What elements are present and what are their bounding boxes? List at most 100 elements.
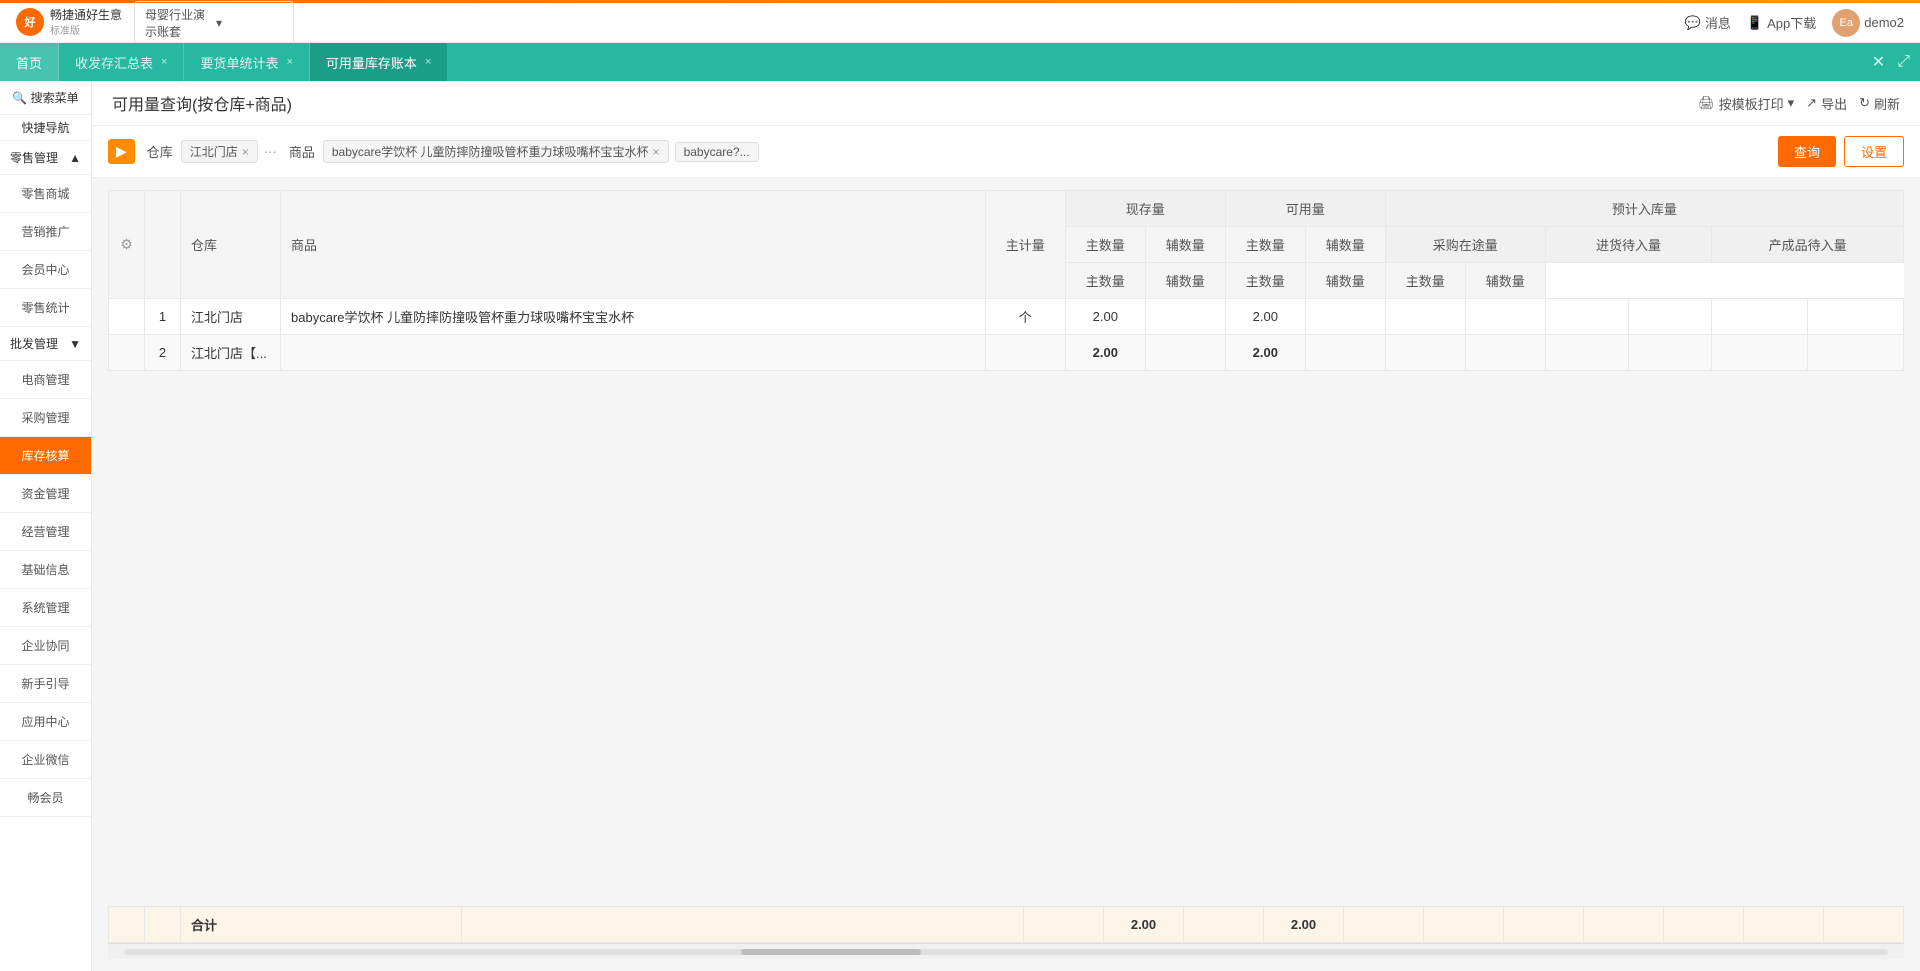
row-purchase-main xyxy=(1385,299,1465,335)
sidebar-search[interactable]: 🔍 搜索菜单 xyxy=(0,81,91,115)
data-table: ⚙ 仓库 商品 主计量 现存量 可用量 预计入库量 主数量 辅数量 主数量 xyxy=(108,190,1904,371)
sidebar-item-wholesale-mgmt[interactable]: 批发管理 ▼ xyxy=(0,327,91,361)
print-label: 按模板打印 xyxy=(1719,94,1784,113)
sidebar-inventory-check-label: 库存核算 xyxy=(21,449,69,463)
sidebar-basic-label: 基础信息 xyxy=(21,563,69,577)
close-all-icon[interactable]: ✕ xyxy=(1872,52,1885,72)
row-current-aux xyxy=(1145,335,1225,371)
row-production-aux xyxy=(1808,299,1904,335)
row-production-aux xyxy=(1808,335,1904,371)
sidebar-ecommerce-label: 电商管理 xyxy=(21,373,69,387)
scroll-track[interactable] xyxy=(124,949,1888,955)
wholesale-mgmt-arrow-icon: ▼ xyxy=(69,337,81,351)
sidebar-item-retail-stats[interactable]: 零售统计 xyxy=(0,289,91,327)
export-btn[interactable]: ↗ 导出 xyxy=(1806,94,1847,113)
sidebar-item-purchase[interactable]: 采购管理 xyxy=(0,399,91,437)
th-current-stock: 现存量 xyxy=(1065,191,1225,227)
sidebar-system-label: 系统管理 xyxy=(21,601,69,615)
sidebar-retail-mgmt-label: 零售管理 xyxy=(10,149,58,166)
top-bar: 好 畅捷通好生意 标准版 母婴行业演示账套 ▾ 💬 消息 📱 App下载 Ea … xyxy=(0,3,1920,43)
th-incoming-aux: 辅数量 xyxy=(1305,263,1385,299)
sidebar-item-inventory-check[interactable]: 库存核算 xyxy=(0,437,91,475)
sidebar-item-basic[interactable]: 基础信息 xyxy=(0,551,91,589)
print-icon: 🖨 xyxy=(1698,95,1715,111)
org-dropdown-icon: ▾ xyxy=(216,16,283,30)
row-purchase-aux xyxy=(1465,335,1545,371)
refresh-btn[interactable]: ↻ 刷新 xyxy=(1859,94,1900,113)
tab-orders[interactable]: 要货单统计表 × xyxy=(184,43,309,81)
sidebar-quick-nav[interactable]: 快捷导航 xyxy=(0,115,91,141)
footer-purchase-aux xyxy=(1504,907,1584,943)
sidebar-item-ecommerce[interactable]: 电商管理 xyxy=(0,361,91,399)
warehouse-more[interactable]: ··· xyxy=(264,144,277,159)
org-selector[interactable]: 母婴行业演示账套 ▾ xyxy=(134,1,294,45)
th-avail-main: 主数量 xyxy=(1225,227,1305,263)
th-incoming-main: 主数量 xyxy=(1225,263,1305,299)
sidebar-item-retail-mgmt[interactable]: 零售管理 ▲ xyxy=(0,141,91,175)
footer-current-main: 2.00 xyxy=(1104,907,1184,943)
sidebar-finance-label: 资金管理 xyxy=(21,487,69,501)
table-footer-wrapper: 合计 2.00 2.00 xyxy=(108,906,1904,959)
print-btn[interactable]: 🖨 按模板打印 ▾ xyxy=(1698,94,1794,113)
product-filter-group: 商品 babycare学饮杯 儿童防摔防撞吸管杯重力球吸嘴杯宝宝水杯 × bab… xyxy=(289,140,759,163)
expand-icon[interactable]: ⤢ xyxy=(1897,53,1910,71)
footer-current-aux xyxy=(1184,907,1264,943)
row-avail-main: 2.00 xyxy=(1225,335,1305,371)
avatar: Ea xyxy=(1832,9,1860,37)
footer-production-main xyxy=(1744,907,1824,943)
sidebar-item-system[interactable]: 系统管理 xyxy=(0,589,91,627)
sidebar-item-vip[interactable]: 畅会员 xyxy=(0,779,91,817)
query-btn[interactable]: 查询 xyxy=(1778,136,1836,167)
row-incoming-main xyxy=(1545,299,1628,335)
warehouse-tag-1-text: 江北门店 xyxy=(190,143,238,160)
export-label: 导出 xyxy=(1821,94,1847,113)
warehouse-tag-1: 江北门店 × xyxy=(181,140,258,163)
sidebar-item-marketing[interactable]: 营销推广 xyxy=(0,213,91,251)
sidebar-item-finance[interactable]: 资金管理 xyxy=(0,475,91,513)
footer-product-cell xyxy=(462,907,1024,943)
close-receipts-icon[interactable]: × xyxy=(161,56,167,68)
page-actions: 🖨 按模板打印 ▾ ↗ 导出 ↻ 刷新 xyxy=(1698,94,1900,113)
scroll-thumb[interactable] xyxy=(741,949,921,955)
row-current-main: 2.00 xyxy=(1065,335,1145,371)
filter-toggle-btn[interactable]: ▶ xyxy=(108,139,135,164)
settings-icon[interactable]: ⚙ xyxy=(120,236,133,252)
warehouse-tag-1-close[interactable]: × xyxy=(242,145,249,159)
th-available: 可用量 xyxy=(1225,191,1385,227)
tab-inventory[interactable]: 可用量库存账本 × xyxy=(310,43,448,81)
th-incoming: 进货待入量 xyxy=(1545,227,1712,263)
th-purchase-aux: 辅数量 xyxy=(1145,263,1225,299)
user-area[interactable]: Ea demo2 xyxy=(1832,9,1904,37)
tab-home[interactable]: 首页 xyxy=(0,43,59,81)
sidebar-item-newbie[interactable]: 新手引导 xyxy=(0,665,91,703)
close-orders-icon[interactable]: × xyxy=(286,56,292,68)
sidebar-item-app-center[interactable]: 应用中心 xyxy=(0,703,91,741)
message-btn[interactable]: 💬 消息 xyxy=(1685,13,1731,32)
username: demo2 xyxy=(1864,15,1904,30)
sidebar-item-member[interactable]: 会员中心 xyxy=(0,251,91,289)
th-purchase-main: 主数量 xyxy=(1065,263,1145,299)
app-download-btn[interactable]: 📱 App下载 xyxy=(1747,13,1816,32)
row-avail-main: 2.00 xyxy=(1225,299,1305,335)
setting-btn[interactable]: 设置 xyxy=(1844,136,1904,167)
close-inventory-icon[interactable]: × xyxy=(425,56,431,68)
tab-receipts[interactable]: 收发存汇总表 × xyxy=(59,43,184,81)
row-production-main xyxy=(1712,335,1808,371)
filter-area: ▶ 仓库 江北门店 × ··· 商品 babycare学饮杯 儿童防摔防撞吸管杯… xyxy=(92,126,1920,178)
th-product: 商品 xyxy=(281,191,986,299)
sidebar-item-operation[interactable]: 经营管理 xyxy=(0,513,91,551)
th-unit: 主计量 xyxy=(985,191,1065,299)
sidebar: 🔍 搜索菜单 快捷导航 零售管理 ▲ 零售商城 营销推广 会员中心 零售统计 批… xyxy=(0,81,92,971)
row-incoming-main xyxy=(1545,335,1628,371)
sidebar-item-wechat[interactable]: 企业微信 xyxy=(0,741,91,779)
print-dropdown-icon: ▾ xyxy=(1788,95,1795,111)
product-filter-label: 商品 xyxy=(289,142,315,161)
sidebar-item-enterprise[interactable]: 企业协同 xyxy=(0,627,91,665)
row-product: babycare学饮杯 儿童防摔防撞吸管杯重力球吸嘴杯宝宝水杯 xyxy=(281,299,986,335)
filter-actions: 查询 设置 xyxy=(1778,136,1904,167)
product-tag-1-close[interactable]: × xyxy=(653,145,660,159)
row-settings xyxy=(109,335,145,371)
row-production-main xyxy=(1712,299,1808,335)
sidebar-item-retail-shop[interactable]: 零售商城 xyxy=(0,175,91,213)
row-product xyxy=(281,335,986,371)
